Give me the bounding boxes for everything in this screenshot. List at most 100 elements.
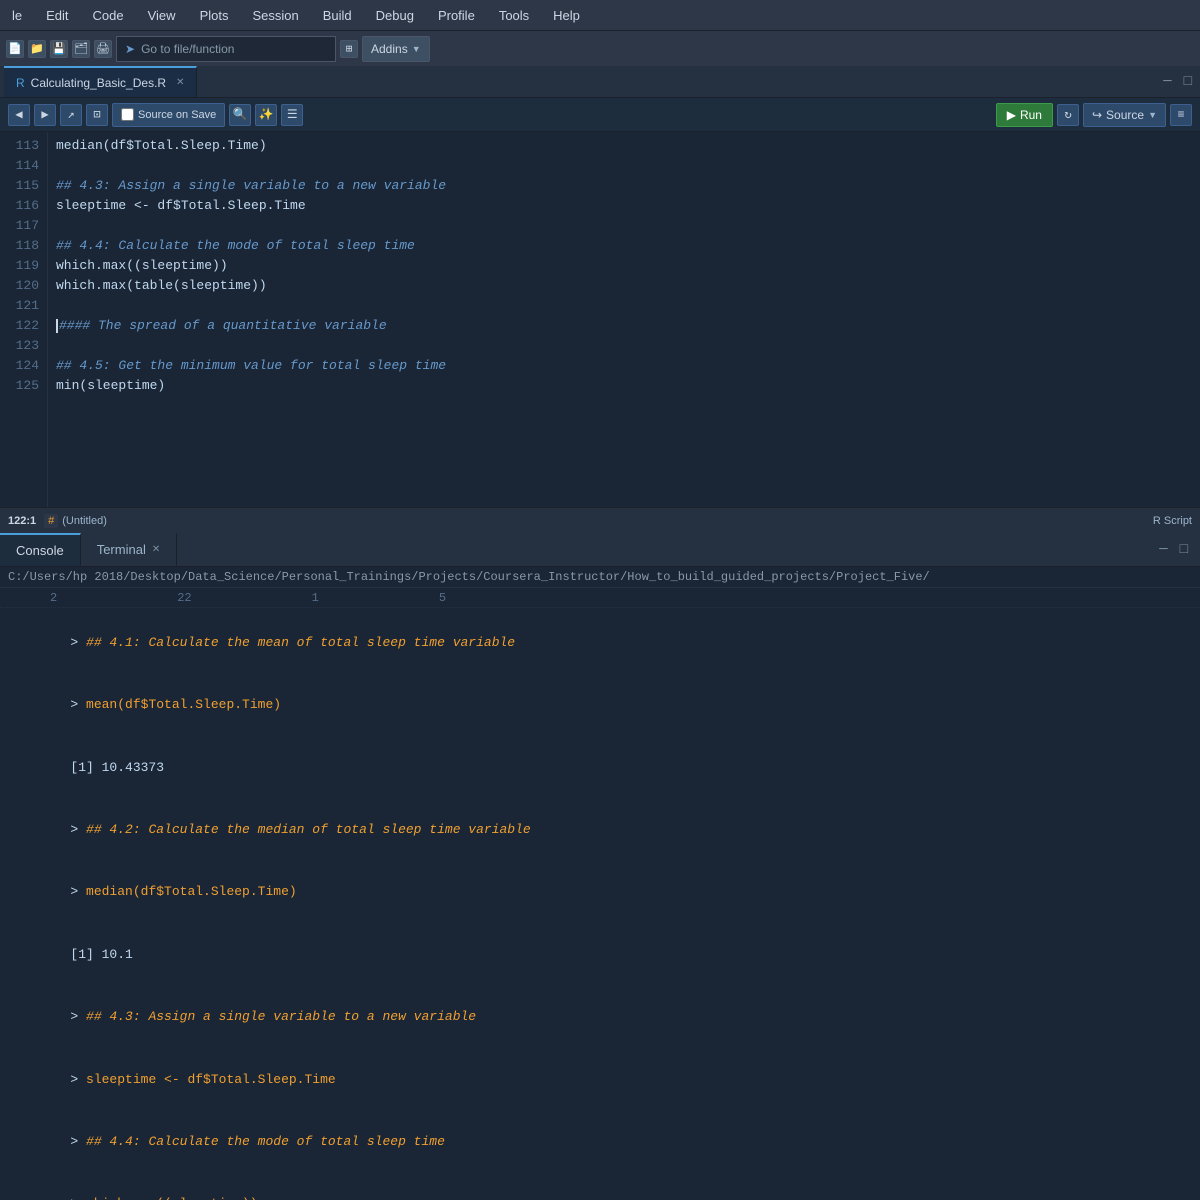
menu-plots[interactable]: Plots bbox=[196, 6, 233, 25]
menu-build[interactable]: Build bbox=[319, 6, 356, 25]
goto-field[interactable]: ➤ Go to file/function bbox=[116, 36, 336, 62]
source-on-save-checkbox[interactable] bbox=[121, 108, 134, 121]
source-on-save-toggle[interactable]: Source on Save bbox=[112, 103, 225, 127]
source-button[interactable]: ↪ Source ▼ bbox=[1083, 103, 1166, 127]
status-section: # (Untitled) bbox=[44, 514, 107, 528]
menu-profile[interactable]: Profile bbox=[434, 6, 479, 25]
console-panel: Console Terminal ✕ ─ □ C:/Users/hp 2018/… bbox=[0, 533, 1200, 1200]
text-cursor bbox=[56, 319, 58, 333]
code-line-117 bbox=[56, 216, 1192, 236]
console-tab-label: Console bbox=[16, 543, 64, 558]
console-maximize-icon[interactable]: □ bbox=[1176, 540, 1192, 560]
line-num-122: 122 bbox=[8, 316, 39, 336]
grid-icon[interactable]: ⊞ bbox=[340, 40, 358, 58]
ruler-mark-3: 1 bbox=[312, 591, 319, 605]
editor-tab-label: Calculating_Basic_Des.R bbox=[31, 76, 166, 90]
console-lines[interactable]: > ## 4.1: Calculate the mean of total sl… bbox=[0, 608, 1200, 1200]
console-ruler: 2 22 1 5 bbox=[0, 588, 1200, 608]
source-dropdown-icon: ▼ bbox=[1148, 110, 1157, 120]
code-lines[interactable]: median(df$Total.Sleep.Time) ## 4.3: Assi… bbox=[48, 132, 1200, 507]
save-icon[interactable]: 💾 bbox=[50, 40, 68, 58]
run-button[interactable]: ▶ Run bbox=[996, 103, 1053, 127]
status-section-label: (Untitled) bbox=[62, 515, 107, 527]
line-num-124: 124 bbox=[8, 356, 39, 376]
menu-edit[interactable]: Edit bbox=[42, 6, 72, 25]
editor-toolbar: ◀ ▶ ↗ ⊡ Source on Save 🔍 ✨ ☰ ▶ Run ↻ ↪ S… bbox=[0, 98, 1200, 132]
editor-tab-calculating[interactable]: R Calculating_Basic_Des.R ✕ bbox=[4, 66, 197, 97]
console-tab-controls: ─ □ bbox=[1147, 540, 1200, 560]
list-icon[interactable]: ☰ bbox=[281, 104, 303, 126]
code-line-113: median(df$Total.Sleep.Time) bbox=[56, 136, 1192, 156]
addins-button[interactable]: Addins ▼ bbox=[362, 36, 430, 62]
main-toolbar: 📄 📁 💾 🗂 🖨 ➤ Go to file/function ⊞ Addins… bbox=[0, 30, 1200, 66]
console-line-2: > mean(df$Total.Sleep.Time) bbox=[8, 674, 1192, 736]
r-file-icon: R bbox=[16, 76, 25, 90]
forward-icon[interactable]: ▶ bbox=[34, 104, 56, 126]
maximize-icon[interactable]: □ bbox=[1180, 72, 1196, 92]
line-numbers: 113 114 115 116 117 118 119 120 121 122 … bbox=[0, 132, 48, 507]
show-in-new-window-icon[interactable]: ⊡ bbox=[86, 104, 108, 126]
console-tab-console[interactable]: Console bbox=[0, 533, 81, 566]
magic-wand-icon[interactable]: ✨ bbox=[255, 104, 277, 126]
line-num-125: 125 bbox=[8, 376, 39, 396]
addins-dropdown-icon: ▼ bbox=[412, 44, 421, 54]
console-minimize-icon[interactable]: ─ bbox=[1155, 540, 1171, 560]
code-line-123 bbox=[56, 336, 1192, 356]
minimize-icon[interactable]: ─ bbox=[1159, 72, 1175, 92]
line-num-120: 120 bbox=[8, 276, 39, 296]
line-num-115: 115 bbox=[8, 176, 39, 196]
new-file-icon[interactable]: 📄 bbox=[6, 40, 24, 58]
console-content: C:/Users/hp 2018/Desktop/Data_Science/Pe… bbox=[0, 567, 1200, 1200]
open-file-icon[interactable]: 📁 bbox=[28, 40, 46, 58]
console-line-7: > ## 4.3: Assign a single variable to a … bbox=[8, 986, 1192, 1048]
console-line-10: > which.max((sleeptime)) bbox=[8, 1174, 1192, 1200]
print-icon[interactable]: 🖨 bbox=[94, 40, 112, 58]
search-icon[interactable]: 🔍 bbox=[229, 104, 251, 126]
back-icon[interactable]: ◀ bbox=[8, 104, 30, 126]
save-all-icon[interactable]: 🗂 bbox=[72, 40, 90, 58]
menu-code[interactable]: Code bbox=[89, 6, 128, 25]
cursor-position: 122:1 bbox=[8, 515, 36, 527]
code-line-119: which.max((sleeptime)) bbox=[56, 256, 1192, 276]
menu-file[interactable]: le bbox=[8, 6, 26, 25]
source-arrow-icon: ↪ bbox=[1092, 108, 1102, 122]
menu-debug[interactable]: Debug bbox=[372, 6, 418, 25]
code-line-121 bbox=[56, 296, 1192, 316]
file-type-label: R Script bbox=[1153, 515, 1192, 527]
menu-session[interactable]: Session bbox=[248, 6, 302, 25]
tab-controls-right: ─ □ bbox=[1159, 72, 1196, 92]
editor-area: 113 114 115 116 117 118 119 120 121 122 … bbox=[0, 132, 1200, 507]
code-line-124: ## 4.5: Get the minimum value for total … bbox=[56, 356, 1192, 376]
rerun-icon[interactable]: ↻ bbox=[1057, 104, 1079, 126]
code-line-125: min(sleeptime) bbox=[56, 376, 1192, 396]
menu-help[interactable]: Help bbox=[549, 6, 584, 25]
console-line-8: > sleeptime <- df$Total.Sleep.Time bbox=[8, 1049, 1192, 1111]
console-path: C:/Users/hp 2018/Desktop/Data_Science/Pe… bbox=[0, 567, 1200, 588]
status-left: 122:1 # (Untitled) bbox=[8, 514, 107, 528]
goto-placeholder: Go to file/function bbox=[141, 42, 234, 56]
menu-view[interactable]: View bbox=[144, 6, 180, 25]
go-to-file-icon[interactable]: ↗ bbox=[60, 104, 82, 126]
more-options-icon[interactable]: ≡ bbox=[1170, 104, 1192, 126]
source-on-save-label: Source on Save bbox=[138, 109, 216, 121]
console-tabs: Console Terminal ✕ ─ □ bbox=[0, 533, 1200, 567]
terminal-tab-close-icon[interactable]: ✕ bbox=[152, 544, 160, 555]
line-num-119: 119 bbox=[8, 256, 39, 276]
ruler-mark-4: 5 bbox=[439, 591, 446, 605]
line-num-113: 113 bbox=[8, 136, 39, 156]
menu-tools[interactable]: Tools bbox=[495, 6, 533, 25]
line-num-118: 118 bbox=[8, 236, 39, 256]
editor-tabs: R Calculating_Basic_Des.R ✕ ─ □ bbox=[0, 66, 1200, 98]
tab-close-icon[interactable]: ✕ bbox=[176, 77, 184, 88]
run-icon: ▶ bbox=[1007, 108, 1016, 122]
code-line-122: #### The spread of a quantitative variab… bbox=[56, 316, 1192, 336]
console-line-1: > ## 4.1: Calculate the mean of total sl… bbox=[8, 612, 1192, 674]
line-num-117: 117 bbox=[8, 216, 39, 236]
code-line-115: ## 4.3: Assign a single variable to a ne… bbox=[56, 176, 1192, 196]
console-tab-terminal[interactable]: Terminal ✕ bbox=[81, 533, 178, 566]
terminal-tab-label: Terminal bbox=[97, 542, 146, 557]
console-line-3: [1] 10.43373 bbox=[8, 737, 1192, 799]
line-num-114: 114 bbox=[8, 156, 39, 176]
line-num-123: 123 bbox=[8, 336, 39, 356]
console-line-4: > ## 4.2: Calculate the median of total … bbox=[8, 799, 1192, 861]
